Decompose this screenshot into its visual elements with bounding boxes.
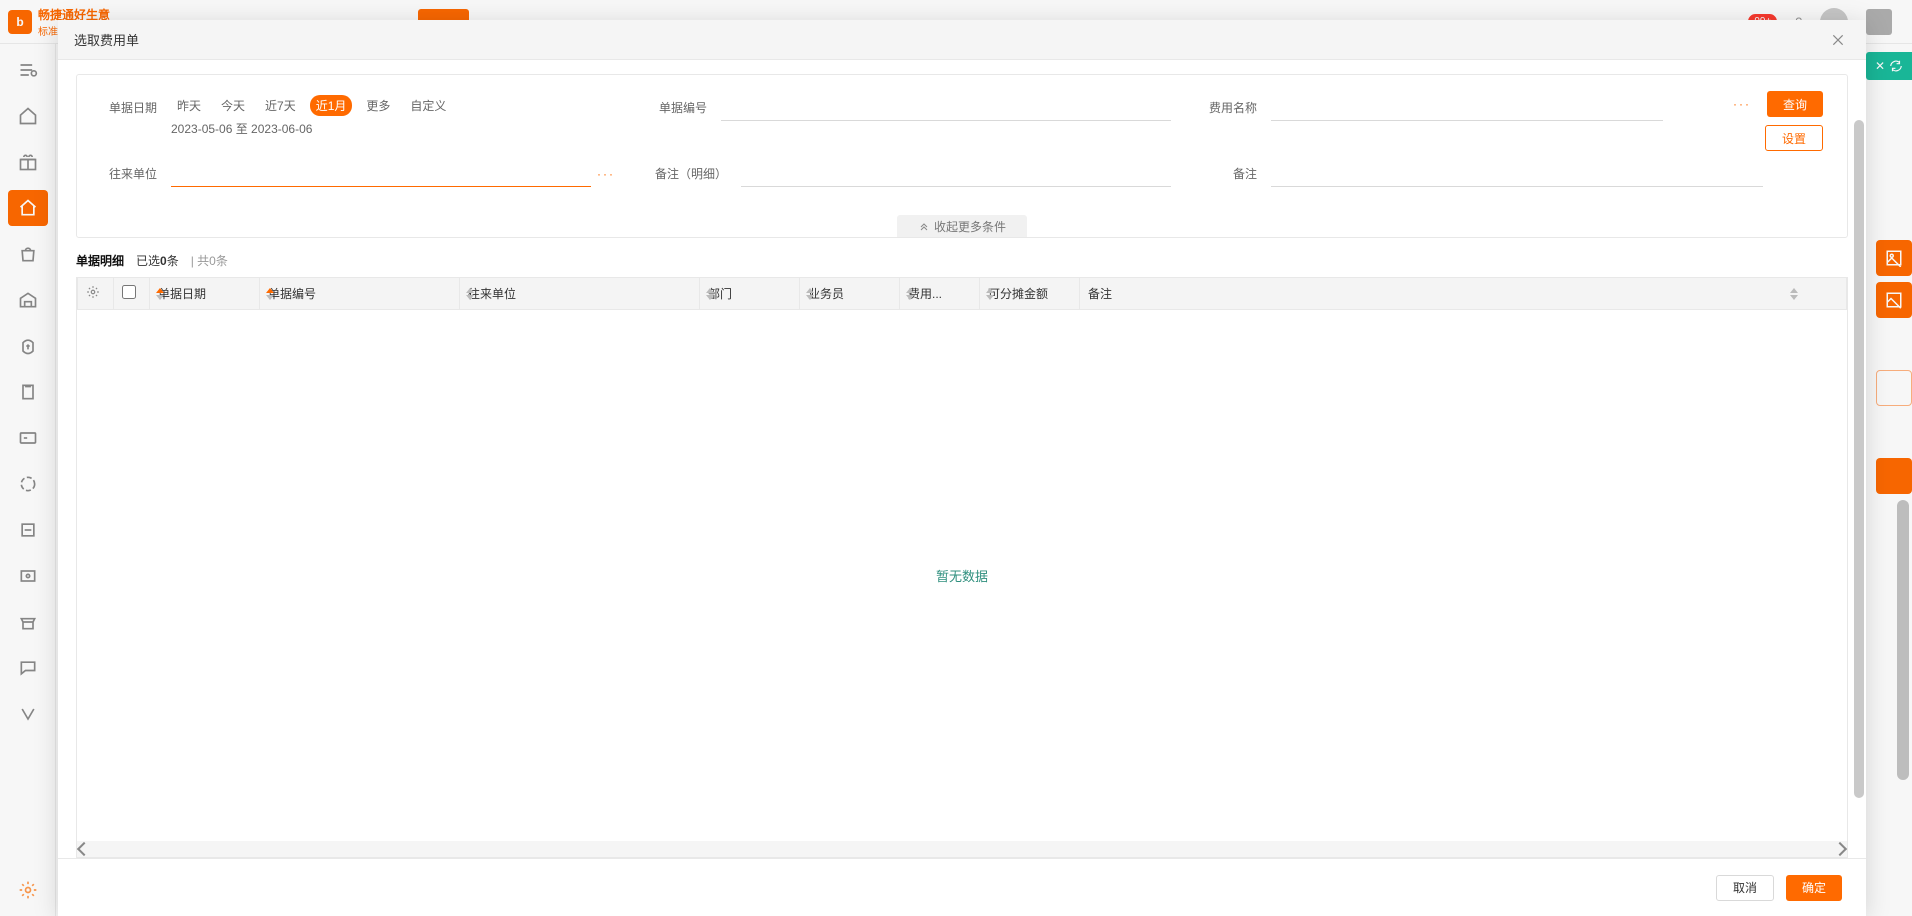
empty-text: 暂无数据 xyxy=(936,566,988,585)
doc-no-input[interactable] xyxy=(721,95,1171,121)
settings-button[interactable]: 设置 xyxy=(1765,125,1823,151)
date-tab-last1m[interactable]: 近1月 xyxy=(310,95,353,116)
fee-name-more-icon[interactable]: ··· xyxy=(1727,97,1757,111)
label-doc-date: 单据日期 xyxy=(101,95,171,116)
table: 单据日期 单据编号 往来单位 部门 业务员 费用... 可分摊金额 备注 暂无数… xyxy=(76,277,1848,858)
date-range-text: 2023-05-06 至 2023-06-06 xyxy=(171,120,621,137)
label-partner: 往来单位 xyxy=(101,161,171,182)
label-fee-name: 费用名称 xyxy=(1201,95,1271,116)
filter-panel: ··· 查询 设置 单据日期 昨天 今天 近7天 xyxy=(76,74,1848,238)
filter-actions: ··· 查询 设置 xyxy=(1727,91,1823,151)
sort-icon xyxy=(906,288,914,300)
query-button[interactable]: 查询 xyxy=(1767,91,1823,117)
sort-icon xyxy=(706,288,714,300)
col-remark[interactable]: 备注 xyxy=(1080,278,1847,310)
col-partner[interactable]: 往来单位 xyxy=(460,278,700,310)
remark-input[interactable] xyxy=(1271,161,1763,187)
chevron-double-up-icon xyxy=(918,220,930,232)
date-tab-today[interactable]: 今天 xyxy=(215,95,251,116)
gear-icon xyxy=(86,285,100,299)
fee-name-input[interactable] xyxy=(1271,95,1663,121)
total-count: | 共0条 xyxy=(191,252,228,269)
modal-footer: 取消 确定 xyxy=(58,858,1866,916)
table-h-scrollbar[interactable] xyxy=(77,841,1847,857)
select-all-checkbox[interactable] xyxy=(114,278,150,310)
sort-icon xyxy=(156,288,164,300)
date-tab-more[interactable]: 更多 xyxy=(360,95,396,116)
selected-count: 已选0条 xyxy=(136,252,179,269)
scroll-right-icon[interactable] xyxy=(1833,842,1847,856)
partner-more-icon[interactable]: ··· xyxy=(591,167,621,181)
sort-icon xyxy=(466,288,474,300)
sort-icon xyxy=(986,288,994,300)
col-dept[interactable]: 部门 xyxy=(700,278,800,310)
sort-icon xyxy=(806,288,814,300)
partner-input[interactable] xyxy=(171,161,591,187)
col-allocatable[interactable]: 可分摊金额 xyxy=(980,278,1080,310)
scroll-left-icon[interactable] xyxy=(77,842,91,856)
column-settings-button[interactable] xyxy=(78,278,114,310)
sort-icon xyxy=(1790,288,1798,300)
col-salesman[interactable]: 业务员 xyxy=(800,278,900,310)
sort-icon xyxy=(266,288,274,300)
date-quick-tabs: 昨天 今天 近7天 近1月 更多 自定义 xyxy=(171,95,621,116)
date-tab-yesterday[interactable]: 昨天 xyxy=(171,95,207,116)
modal-scrollbar[interactable] xyxy=(1854,120,1864,798)
label-remark-detail: 备注（明细） xyxy=(651,161,741,182)
date-tab-custom[interactable]: 自定义 xyxy=(404,95,452,116)
empty-state: 暂无数据 xyxy=(77,310,1847,841)
col-doc-date[interactable]: 单据日期 xyxy=(150,278,260,310)
collapse-filters-button[interactable]: 收起更多条件 xyxy=(897,215,1027,237)
table-caption: 单据明细 已选0条 | 共0条 xyxy=(76,252,1848,269)
label-doc-no: 单据编号 xyxy=(651,95,721,116)
modal-header: 选取费用单 xyxy=(58,20,1866,60)
modal-scrollbar-thumb[interactable] xyxy=(1854,120,1864,798)
modal-title: 选取费用单 xyxy=(74,30,139,49)
col-doc-no[interactable]: 单据编号 xyxy=(260,278,460,310)
remark-detail-input[interactable] xyxy=(741,161,1171,187)
close-icon[interactable] xyxy=(1826,28,1850,52)
collapse-filters-label: 收起更多条件 xyxy=(934,218,1006,235)
label-remark: 备注 xyxy=(1201,161,1271,182)
select-expense-modal: 选取费用单 ··· 查询 设置 单据日期 xyxy=(58,20,1866,916)
table-caption-title: 单据明细 xyxy=(76,252,124,269)
cancel-button[interactable]: 取消 xyxy=(1716,875,1774,901)
confirm-button[interactable]: 确定 xyxy=(1786,875,1842,901)
col-fee[interactable]: 费用... xyxy=(900,278,980,310)
date-tab-last7[interactable]: 近7天 xyxy=(259,95,302,116)
